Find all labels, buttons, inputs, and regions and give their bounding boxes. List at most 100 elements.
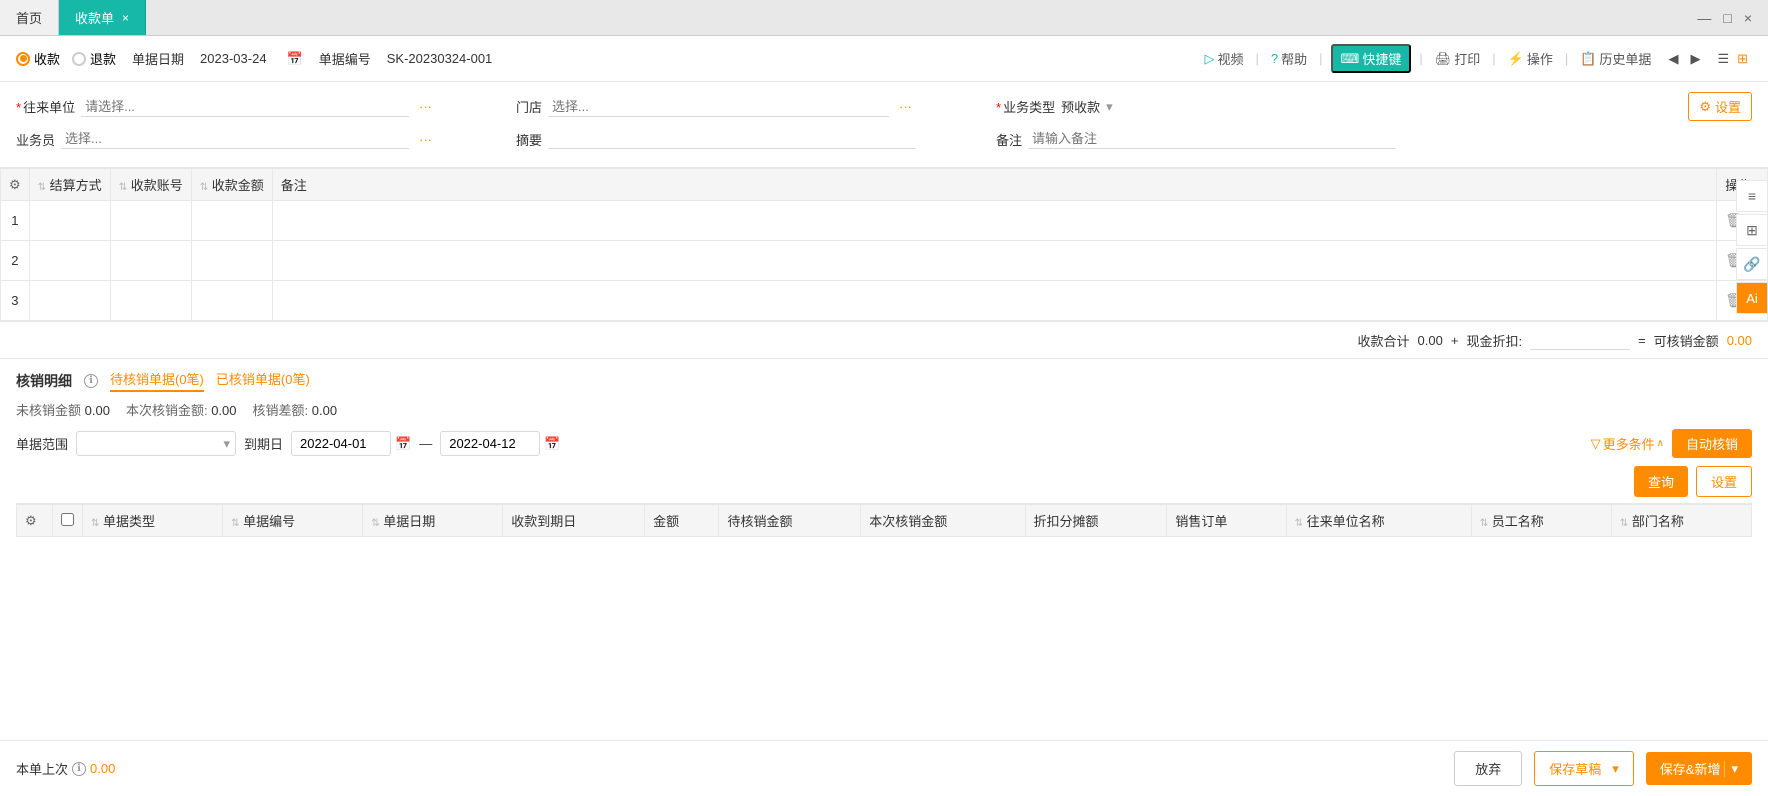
bottom-settings-icon[interactable]: ⚙ (25, 513, 37, 528)
nav-next-button[interactable]: ▶ (1685, 49, 1705, 69)
date-to-input[interactable] (440, 431, 540, 456)
total-value: 0.00 (1418, 333, 1443, 348)
discard-button[interactable]: 放弃 (1454, 751, 1522, 786)
col-remark-header: 备注 (272, 169, 1716, 201)
tab-close-icon[interactable]: × (122, 11, 129, 25)
auto-cancel-button[interactable]: 自动核销 (1672, 429, 1752, 458)
due-date-label: 到期日 (244, 434, 283, 453)
save-new-button[interactable]: 保存&新增 ▾ (1646, 752, 1752, 785)
table-row: 3 🗑 ⧉ (1, 281, 1768, 321)
cal-from-icon[interactable]: 📅 (395, 436, 411, 452)
sort-bill-date-icon[interactable]: ⇅ (371, 518, 379, 529)
layout-grid-button[interactable]: ⊞ (1733, 49, 1752, 69)
query-button[interactable]: 查询 (1634, 466, 1688, 497)
shortcut-button[interactable]: ⌨ 快捷键 (1331, 44, 1412, 73)
calendar-icon[interactable]: 📅 (287, 51, 303, 67)
cal-to-icon[interactable]: 📅 (544, 436, 560, 452)
store-more-button[interactable]: ··· (895, 99, 916, 114)
sort-bill-no-icon[interactable]: ⇅ (231, 518, 239, 529)
sort-counterpart-icon[interactable]: ⇅ (1295, 518, 1303, 529)
row-3-remark[interactable] (272, 281, 1716, 321)
more-conditions-button[interactable]: ▽ 更多条件 ∧ (1591, 434, 1664, 453)
table-header-row: ⚙ ⇅ 结算方式 ⇅ 收款账号 ⇅ 收款金额 备注 (1, 169, 1768, 201)
diff-value: 0.00 (312, 403, 337, 418)
sort-settlement-icon[interactable]: ⇅ (38, 182, 46, 193)
sort-amount-icon[interactable]: ⇅ (200, 182, 208, 193)
bcol-due-date-header: 收款到期日 (503, 505, 645, 537)
business-type-field: 业务类型 预收款 ▾ (996, 97, 1296, 116)
hexiao-settings-button[interactable]: 设置 (1696, 466, 1752, 497)
rpanel-ai-button[interactable]: Ai (1736, 282, 1768, 314)
radio-refund[interactable]: 退款 (72, 49, 116, 68)
col-amount-header: ⇅ 收款金额 (191, 169, 272, 201)
maximize-button[interactable]: □ (1723, 10, 1731, 26)
sort-employee-icon[interactable]: ⇅ (1480, 518, 1488, 529)
select-all-checkbox[interactable] (61, 513, 74, 526)
row-1-account[interactable] (110, 201, 191, 241)
tab-receipt[interactable]: 收款单 × (59, 0, 146, 35)
rpanel-btn-2[interactable]: ⊞ (1736, 214, 1768, 246)
business-type-arrow[interactable]: ▾ (1106, 99, 1113, 115)
row-3-settlement[interactable] (29, 281, 110, 321)
counterpart-input[interactable] (81, 97, 409, 117)
tab-home[interactable]: 首页 (0, 0, 59, 35)
sort-dept-icon[interactable]: ⇅ (1620, 518, 1628, 529)
help-button[interactable]: ? 帮助 (1267, 47, 1311, 70)
bcol-settings-header: ⚙ (17, 505, 53, 537)
row-3-account[interactable] (110, 281, 191, 321)
bill-date-value: 2023-03-24 (200, 51, 267, 66)
row-2-account[interactable] (110, 241, 191, 281)
minimize-button[interactable]: — (1697, 10, 1711, 26)
last-bill-info-icon[interactable]: ℹ (72, 762, 86, 776)
row-1-settlement[interactable] (29, 201, 110, 241)
save-draft-arrow-button[interactable]: ▾ (1605, 761, 1619, 777)
keyboard-icon: ⌨ (1341, 51, 1360, 67)
row-1-amount[interactable] (191, 201, 272, 241)
save-new-arrow-button[interactable]: ▾ (1724, 761, 1738, 777)
row-2-settlement[interactable] (29, 241, 110, 281)
counterpart-more-button[interactable]: ··· (415, 99, 436, 114)
table-settings-icon[interactable]: ⚙ (9, 177, 21, 192)
nav-prev-button[interactable]: ◀ (1663, 49, 1683, 69)
toolbar: 收款 退款 单据日期 2023-03-24 📅 单据编号 SK-20230324… (0, 36, 1768, 82)
rpanel-btn-1[interactable]: ≡ (1736, 180, 1768, 212)
row-2-amount[interactable] (191, 241, 272, 281)
settings-button[interactable]: ⚙ 设置 (1688, 92, 1752, 121)
rpanel-btn-3[interactable]: 🔗 (1736, 248, 1768, 280)
business-type-label: 业务类型 (996, 97, 1055, 116)
date-separator: — (419, 436, 432, 451)
row-3-amount[interactable] (191, 281, 272, 321)
close-button[interactable]: × (1744, 10, 1752, 26)
done-tab[interactable]: 已核销单据(0笔) (216, 369, 310, 392)
range-select[interactable] (76, 431, 236, 456)
summary-input[interactable] (548, 129, 916, 149)
save-draft-button[interactable]: 保存草稿 ▾ (1534, 751, 1634, 786)
sort-account-icon[interactable]: ⇅ (119, 182, 127, 193)
nav-group: ◀ ▶ (1663, 49, 1705, 69)
salesperson-input[interactable] (61, 129, 409, 149)
row-2-remark[interactable] (272, 241, 1716, 281)
table-section: ⚙ ⇅ 结算方式 ⇅ 收款账号 ⇅ 收款金额 备注 (0, 168, 1768, 322)
layout-list-button[interactable]: ☰ (1713, 49, 1733, 69)
diff-label: 核销差额: (253, 403, 309, 418)
discount-label: 现金折扣: (1466, 331, 1522, 350)
action-button[interactable]: ⚡ 操作 (1504, 47, 1557, 70)
toolbar-right: ▷ 视频 | ? 帮助 | ⌨ 快捷键 | 🖨 打印 | ⚡ 操作 (1201, 44, 1753, 73)
date-from-input[interactable] (291, 431, 391, 456)
salesperson-more-button[interactable]: ··· (415, 132, 436, 147)
radio-receipt-dot (16, 52, 30, 66)
plus-sign: + (1451, 333, 1459, 348)
sort-bill-type-icon[interactable]: ⇅ (91, 518, 99, 529)
summary-label: 摘要 (516, 130, 542, 149)
store-input[interactable] (548, 97, 889, 117)
print-button[interactable]: 🖨 打印 (1431, 47, 1485, 70)
video-button[interactable]: ▷ 视频 (1201, 47, 1248, 70)
discount-input[interactable] (1530, 330, 1630, 350)
pending-tab[interactable]: 待核销单据(0笔) (110, 369, 204, 392)
history-button[interactable]: 📋 历史单据 (1576, 47, 1655, 70)
form-row-1: 往来单位 ··· 门店 ··· 业务类型 预收款 ▾ ⚙ (16, 92, 1752, 121)
remark-input[interactable] (1028, 129, 1396, 149)
row-1-remark[interactable] (272, 201, 1716, 241)
hexiao-info-icon[interactable]: ℹ (84, 374, 98, 388)
radio-receipt[interactable]: 收款 (16, 49, 60, 68)
